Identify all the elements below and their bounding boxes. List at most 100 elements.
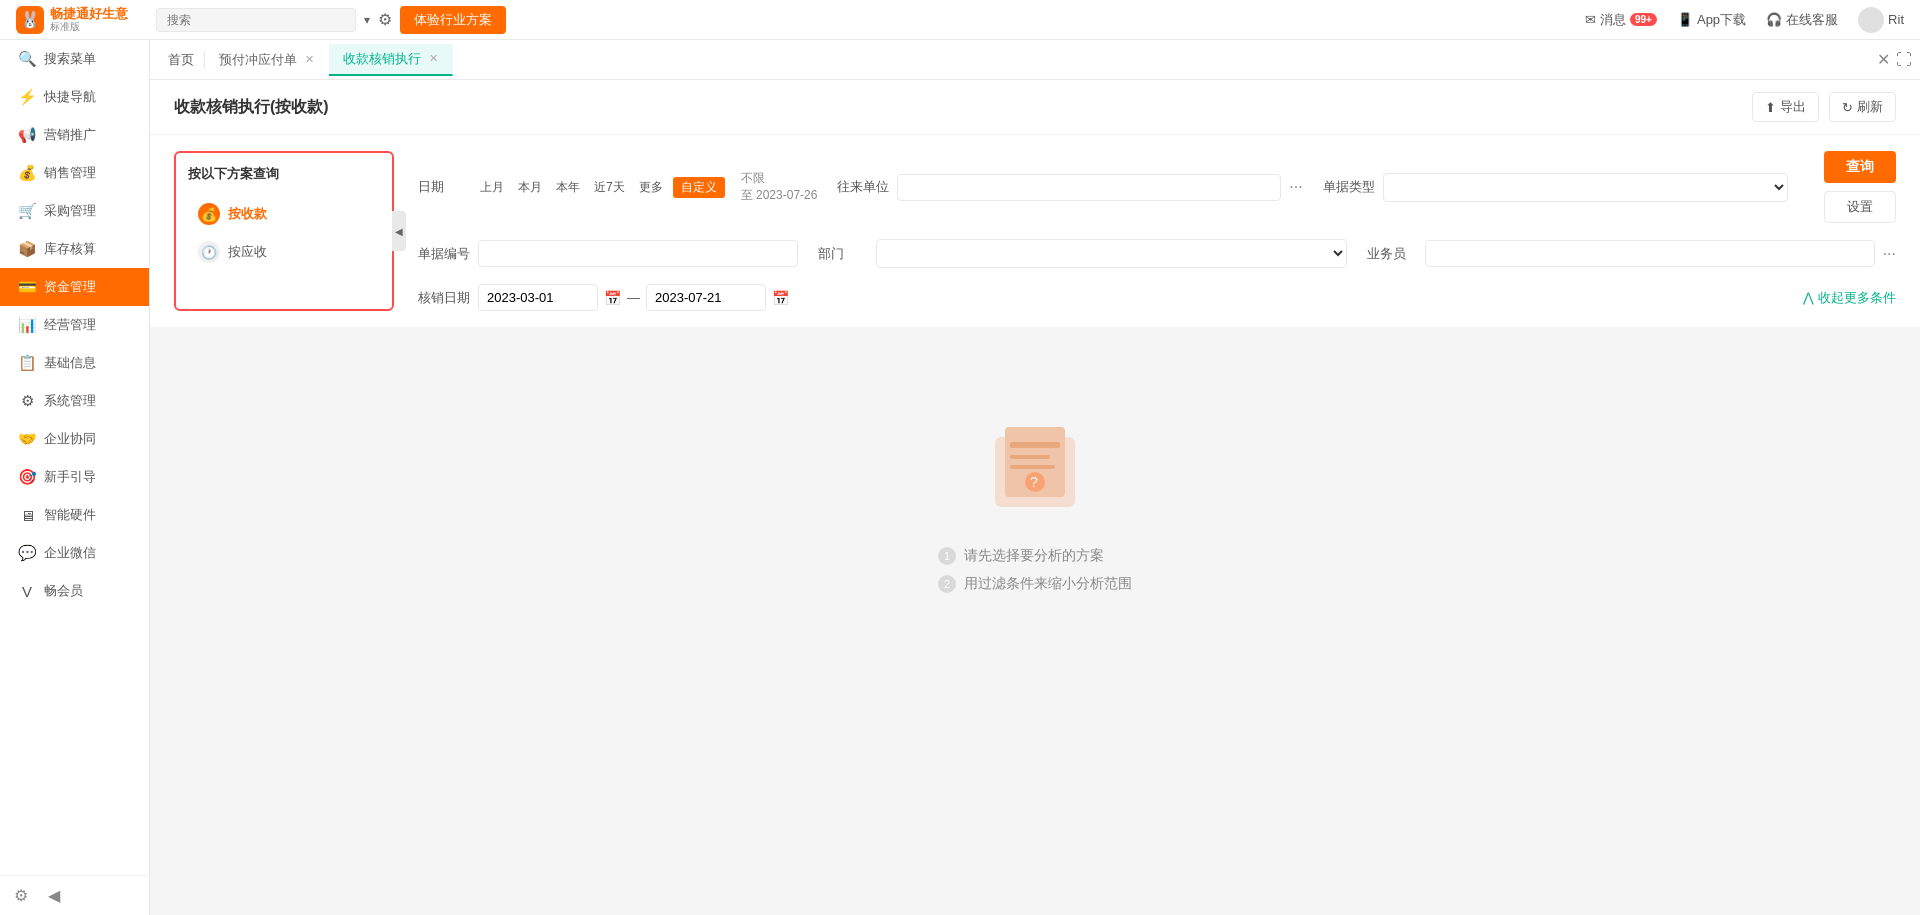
sidebar-item-marketing[interactable]: 📢 营销推广 [0, 116, 149, 154]
quick-date-last-month[interactable]: 上月 [476, 177, 508, 198]
query-button[interactable]: 查询 [1824, 151, 1896, 183]
settings-button[interactable]: 设置 [1824, 191, 1896, 223]
tab-prepay-close[interactable]: ✕ [305, 53, 314, 66]
collapse-more-label: 收起更多条件 [1818, 289, 1896, 307]
salesperson-input[interactable] [1425, 240, 1875, 267]
sidebar-label-search: 搜索菜单 [44, 50, 96, 68]
purchase-icon: 🛒 [18, 202, 36, 220]
sidebar-item-shortcut[interactable]: ⚡ 快捷导航 [0, 78, 149, 116]
messages-btn[interactable]: ✉ 消息 99+ [1585, 11, 1657, 29]
filter-sidebar: 按以下方案查询 💰 按收款 🕐 按应收 ◀ [174, 151, 394, 311]
filter-receivable-icon: 🕐 [198, 241, 220, 263]
sidebar-settings-icon[interactable]: ⚙ [14, 886, 28, 905]
user-avatar [1858, 7, 1884, 33]
tab-bar: 首页 预付冲应付单 ✕ 收款核销执行 ✕ ✕ ⛶ [150, 40, 1920, 80]
basic-icon: 📋 [18, 354, 36, 372]
sidebar-item-wechat[interactable]: 💬 企业微信 [0, 534, 149, 572]
writeoff-end-input[interactable] [646, 284, 766, 311]
writeoff-end-calendar-icon[interactable]: 📅 [772, 290, 789, 306]
sidebar-item-inventory[interactable]: 📦 库存核算 [0, 230, 149, 268]
tab-writeoff-close[interactable]: ✕ [429, 52, 438, 65]
writeoff-date-label: 核销日期 [418, 289, 470, 307]
counterparty-ellipsis-btn[interactable]: ··· [1289, 178, 1302, 196]
sidebar-label-finance: 资金管理 [44, 278, 96, 296]
sidebar-label-management: 经营管理 [44, 316, 96, 334]
writeoff-start-calendar-icon[interactable]: 📅 [604, 290, 621, 306]
quick-date-custom[interactable]: 自定义 [673, 177, 725, 198]
trial-button[interactable]: 体验行业方案 [400, 6, 506, 34]
sidebar-label-inventory: 库存核算 [44, 240, 96, 258]
edition-label: 标准版 [50, 21, 128, 33]
app-download-btn[interactable]: 📱 App下载 [1677, 11, 1746, 29]
tab-close-all-btn[interactable]: ✕ [1877, 50, 1890, 69]
query-actions: 查询 设置 [1824, 151, 1896, 223]
quick-date-7days[interactable]: 近7天 [590, 177, 629, 198]
top-header: 🐰 畅捷通好生意 标准版 ▾ ⚙ 体验行业方案 ✉ 消息 99+ 📱 App下载… [0, 0, 1920, 40]
empty-tips: 1 请先选择要分析的方案 2 用过滤条件来缩小分析范围 [938, 547, 1132, 593]
app-download-label: App下载 [1697, 11, 1746, 29]
user-menu[interactable]: Rit [1858, 7, 1904, 33]
filter-option-by-receipt[interactable]: 💰 按收款 [188, 195, 380, 233]
sidebar-item-sales[interactable]: 💰 销售管理 [0, 154, 149, 192]
header-dropdown-btn[interactable]: ▾ [364, 13, 370, 27]
filter-fields: 日期 上月 本月 本年 近7天 更多 自定义 不限 至 2023-07-26 [418, 151, 1896, 311]
sidebar-collapse-icon[interactable]: ◀ [48, 886, 60, 905]
sidebar-item-member[interactable]: V 畅会员 [0, 572, 149, 610]
quick-date-this-year[interactable]: 本年 [552, 177, 584, 198]
tab-prepay[interactable]: 预付冲应付单 ✕ [205, 45, 329, 75]
sidebar-label-guide: 新手引导 [44, 468, 96, 486]
shortcut-icon: ⚡ [18, 88, 36, 106]
svg-rect-4 [1010, 465, 1055, 469]
filter-option-by-receivable[interactable]: 🕐 按应收 [188, 233, 380, 271]
quick-dates: 上月 本月 本年 近7天 更多 自定义 [476, 177, 725, 198]
sidebar-item-search[interactable]: 🔍 搜索菜单 [0, 40, 149, 78]
home-tab[interactable]: 首页 [158, 45, 204, 75]
sidebar-item-cooperation[interactable]: 🤝 企业协同 [0, 420, 149, 458]
header-center: ▾ ⚙ 体验行业方案 [156, 6, 1585, 34]
page-title: 收款核销执行(按收款) [174, 97, 329, 130]
department-select[interactable] [876, 239, 1347, 268]
tab-fullscreen-btn[interactable]: ⛶ [1896, 51, 1912, 69]
sidebar-item-guide[interactable]: 🎯 新手引导 [0, 458, 149, 496]
header-right: ✉ 消息 99+ 📱 App下载 🎧 在线客服 Rit [1585, 7, 1904, 33]
writeoff-date-field: 核销日期 📅 — 📅 [418, 284, 789, 311]
counterparty-label: 往来单位 [837, 178, 889, 196]
export-label: 导出 [1780, 98, 1806, 116]
svg-text:?: ? [1030, 474, 1038, 490]
tab-writeoff[interactable]: 收款核销执行 ✕ [329, 44, 453, 76]
sidebar-item-purchase[interactable]: 🛒 采购管理 [0, 192, 149, 230]
collapse-icon: ⋀ [1803, 290, 1814, 305]
filter-sidebar-collapse-btn[interactable]: ◀ [392, 211, 406, 251]
refresh-button[interactable]: ↻ 刷新 [1829, 92, 1896, 122]
sidebar-item-finance[interactable]: 💳 资金管理 [0, 268, 149, 306]
writeoff-start-input[interactable] [478, 284, 598, 311]
filter-row-2: 单据编号 部门 业务员 ··· [418, 239, 1896, 268]
global-search-input[interactable] [156, 8, 356, 32]
counterparty-field: 往来单位 ··· [837, 174, 1302, 201]
quick-date-this-month[interactable]: 本月 [514, 177, 546, 198]
sidebar-item-hardware[interactable]: 🖥 智能硬件 [0, 496, 149, 534]
date-separator: — [627, 290, 640, 305]
salesperson-ellipsis-btn[interactable]: ··· [1883, 245, 1896, 263]
brand-name: 畅捷通好生意 [50, 6, 128, 22]
quick-date-more[interactable]: 更多 [635, 177, 667, 198]
doc-number-input[interactable] [478, 240, 798, 267]
counterparty-input[interactable] [897, 174, 1281, 201]
date-no-limit: 不限 [741, 170, 818, 187]
collapse-more-btn[interactable]: ⋀ 收起更多条件 [1803, 289, 1896, 307]
doc-type-select[interactable] [1383, 173, 1788, 202]
export-button[interactable]: ⬆ 导出 [1752, 92, 1819, 122]
export-icon: ⬆ [1765, 100, 1776, 115]
sidebar-item-basic[interactable]: 📋 基础信息 [0, 344, 149, 382]
date-range-display: 不限 至 2023-07-26 [741, 170, 818, 204]
main-content: 收款核销执行(按收款) ⬆ 导出 ↻ 刷新 按以下方案查询 💰 按收款 🕐 按应… [150, 80, 1920, 915]
sidebar-item-management[interactable]: 📊 经营管理 [0, 306, 149, 344]
online-service-btn[interactable]: 🎧 在线客服 [1766, 11, 1838, 29]
tab-prepay-label: 预付冲应付单 [219, 51, 297, 69]
tip-num-2: 2 [938, 575, 956, 593]
app-icon: 📱 [1677, 12, 1693, 27]
settings-icon[interactable]: ⚙ [378, 10, 392, 29]
sidebar-item-system[interactable]: ⚙ 系统管理 [0, 382, 149, 420]
refresh-icon: ↻ [1842, 100, 1853, 115]
hardware-icon: 🖥 [18, 507, 36, 524]
